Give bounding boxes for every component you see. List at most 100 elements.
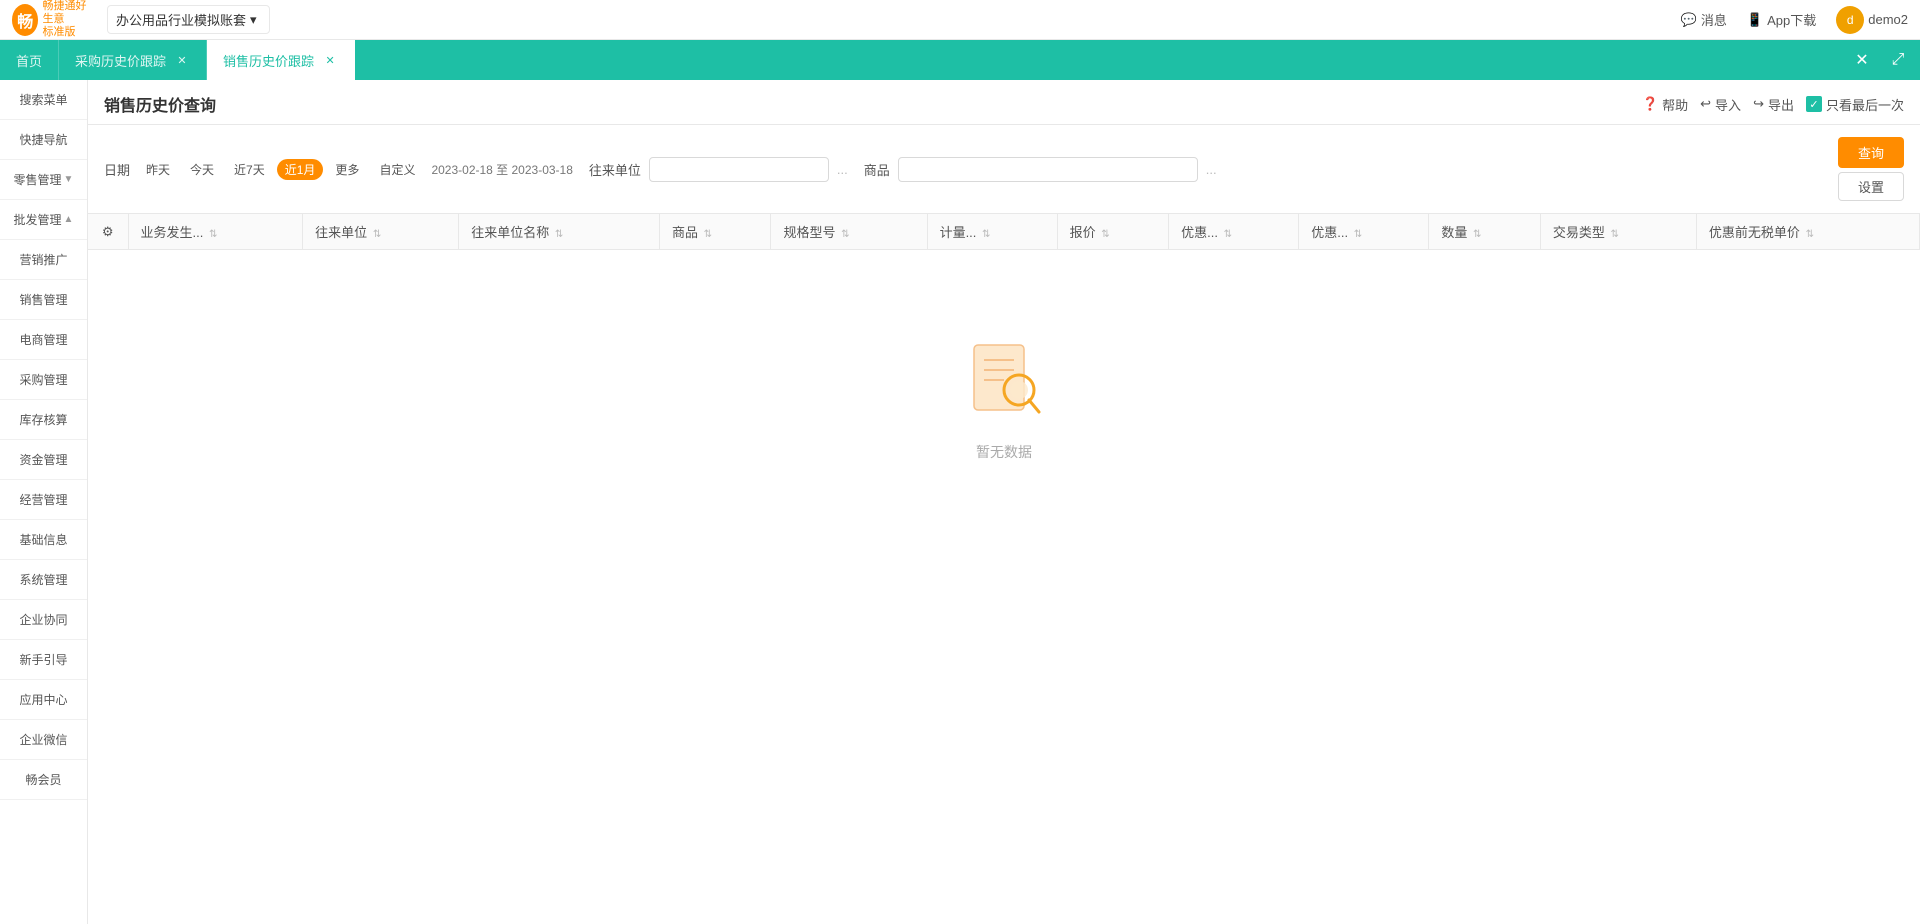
account-dropdown[interactable]: 办公用品行业模拟账套 ▾ — [107, 5, 270, 34]
sidebar-item-marketing[interactable]: 营销推广 — [0, 240, 87, 280]
settings-button[interactable]: 设置 — [1838, 172, 1904, 201]
sidebar-item-app-center[interactable]: 应用中心 — [0, 680, 87, 720]
goods-label: 商品 — [864, 160, 890, 179]
export-btn[interactable]: ↪ 导出 — [1753, 95, 1794, 114]
sidebar-label-member: 畅会员 — [25, 771, 61, 788]
date-range-text: 2023-02-18 至 2023-03-18 — [431, 161, 572, 178]
app-download-icon: 📱 — [1747, 12, 1763, 28]
sort-discount2-icon: ⇅ — [1354, 229, 1362, 240]
sort-trade-type-icon: ⇅ — [1610, 229, 1618, 240]
sidebar-label-wholesale-mgmt: 批发管理 — [14, 211, 62, 228]
date-option-today[interactable]: 今天 — [182, 159, 222, 180]
col-trade-type[interactable]: 交易类型 ⇅ — [1540, 214, 1696, 250]
sidebar-label-marketing: 营销推广 — [19, 251, 67, 268]
top-bar-right: 💬 消息 📱 App下载 d demo2 — [1681, 6, 1908, 34]
help-btn[interactable]: ❓ 帮助 — [1642, 95, 1688, 114]
col-biz-date[interactable]: 业务发生... ⇅ — [128, 214, 303, 250]
wholesale-mgmt-arrow-icon: ▲ — [64, 214, 74, 225]
sidebar-item-enterprise-wechat[interactable]: 企业微信 — [0, 720, 87, 760]
col-settings[interactable]: ⚙ — [88, 214, 128, 250]
import-btn[interactable]: ↩ 导入 — [1700, 95, 1741, 114]
top-bar: 畅 畅捷通好生意 标准版 办公用品行业模拟账套 ▾ 💬 消息 📱 App下载 d… — [0, 0, 1920, 40]
table-container: ⚙ 业务发生... ⇅ 往来单位 ⇅ 往来单位名称 ⇅ — [88, 214, 1920, 924]
col-pre-discount-price[interactable]: 优惠前无税单价 ⇅ — [1696, 214, 1919, 250]
tab-home[interactable]: 首页 — [0, 40, 59, 80]
sidebar-item-operations[interactable]: 经营管理 — [0, 480, 87, 520]
sidebar-item-enterprise-collab[interactable]: 企业协同 — [0, 600, 87, 640]
sidebar-label-operations: 经营管理 — [19, 491, 67, 508]
sidebar-label-enterprise-wechat: 企业微信 — [19, 731, 67, 748]
sidebar-item-finance[interactable]: 资金管理 — [0, 440, 87, 480]
sort-pre-discount-price-icon: ⇅ — [1806, 229, 1814, 240]
col-discount1[interactable]: 优惠... ⇅ — [1169, 214, 1299, 250]
page-header-actions: ❓ 帮助 ↩ 导入 ↪ 导出 ✓ 只看最后一次 — [1642, 95, 1904, 114]
sidebar-label-purchase-mgmt: 采购管理 — [19, 371, 67, 388]
filter-area: 日期 昨天 今天 近7天 近1月 更多 自定义 2023-02-18 至 202… — [88, 125, 1920, 214]
date-filter-label: 日期 — [104, 160, 130, 179]
sidebar-item-quick-nav[interactable]: 快捷导航 — [0, 120, 87, 160]
sidebar-label-basic-info: 基础信息 — [19, 531, 67, 548]
import-icon: ↩ — [1700, 96, 1711, 112]
sidebar-label-retail-mgmt: 零售管理 — [14, 171, 62, 188]
sidebar-label-new-guide: 新手引导 — [19, 651, 67, 668]
col-spec[interactable]: 规格型号 ⇅ — [771, 214, 927, 250]
retail-mgmt-arrow-icon: ▼ — [64, 174, 74, 185]
sidebar-item-new-guide[interactable]: 新手引导 — [0, 640, 87, 680]
sort-goods-icon: ⇅ — [704, 229, 712, 240]
goods-dots[interactable]: ... — [1206, 162, 1217, 177]
sidebar-item-inventory[interactable]: 库存核算 — [0, 400, 87, 440]
query-button[interactable]: 查询 — [1838, 137, 1904, 168]
col-counterparty[interactable]: 往来单位 ⇅ — [303, 214, 459, 250]
user-avatar-btn[interactable]: d demo2 — [1836, 6, 1908, 34]
content-area: 销售历史价查询 ❓ 帮助 ↩ 导入 ↪ 导出 ✓ — [88, 80, 1920, 924]
counterparty-label: 往来单位 — [589, 160, 641, 179]
main-layout: 搜索菜单 快捷导航 零售管理 ▼ 批发管理 ▲ 营销推广 销售管理 电商管理 采… — [0, 80, 1920, 924]
counterparty-filter-group: 往来单位 ... — [589, 157, 848, 182]
goods-filter-group: 商品 ... — [864, 157, 1217, 182]
sidebar-label-finance: 资金管理 — [19, 451, 67, 468]
date-option-custom[interactable]: 自定义 — [371, 159, 423, 180]
message-icon: 💬 — [1681, 12, 1697, 28]
sort-spec-icon: ⇅ — [841, 229, 849, 240]
col-quantity[interactable]: 数量 ⇅ — [1429, 214, 1541, 250]
sidebar-label-ecommerce: 电商管理 — [19, 331, 67, 348]
sidebar-item-ecommerce[interactable]: 电商管理 — [0, 320, 87, 360]
sidebar-item-basic-info[interactable]: 基础信息 — [0, 520, 87, 560]
message-btn[interactable]: 💬 消息 — [1681, 10, 1727, 29]
sidebar-item-purchase-mgmt[interactable]: 采购管理 — [0, 360, 87, 400]
export-icon: ↪ — [1753, 96, 1764, 112]
sidebar-item-member[interactable]: 畅会员 — [0, 760, 87, 800]
col-unit[interactable]: 计量... ⇅ — [927, 214, 1057, 250]
only-last-checkbox[interactable]: ✓ 只看最后一次 — [1806, 95, 1904, 114]
sidebar-item-search-menu[interactable]: 搜索菜单 — [0, 80, 87, 120]
counterparty-dots[interactable]: ... — [837, 162, 848, 177]
date-option-yesterday[interactable]: 昨天 — [138, 159, 178, 180]
close-sales-tab-btn[interactable]: ✕ — [322, 52, 338, 68]
tab-bar-actions: ✕ ⤢ — [1848, 46, 1920, 74]
goods-input[interactable] — [898, 157, 1198, 182]
tab-purchase-history[interactable]: 采购历史价跟踪 ✕ — [59, 40, 207, 80]
sidebar-item-system[interactable]: 系统管理 — [0, 560, 87, 600]
date-option-more[interactable]: 更多 — [327, 159, 367, 180]
col-quote[interactable]: 报价 ⇅ — [1057, 214, 1169, 250]
sidebar-label-search-menu: 搜索菜单 — [19, 91, 67, 108]
tab-sales-history[interactable]: 销售历史价跟踪 ✕ — [207, 40, 355, 80]
sidebar-item-sales-mgmt[interactable]: 销售管理 — [0, 280, 87, 320]
logo-text: 畅捷通好生意 标准版 — [42, 0, 97, 39]
sidebar-item-wholesale-mgmt[interactable]: 批发管理 ▲ — [0, 200, 87, 240]
col-goods[interactable]: 商品 ⇅ — [659, 214, 771, 250]
col-counterparty-name[interactable]: 往来单位名称 ⇅ — [459, 214, 660, 250]
close-purchase-tab-btn[interactable]: ✕ — [174, 52, 190, 68]
sidebar-item-retail-mgmt[interactable]: 零售管理 ▼ — [0, 160, 87, 200]
col-discount2[interactable]: 优惠... ⇅ — [1299, 214, 1429, 250]
page-header: 销售历史价查询 ❓ 帮助 ↩ 导入 ↪ 导出 ✓ — [88, 80, 1920, 125]
date-option-1month[interactable]: 近1月 — [277, 159, 324, 180]
date-option-7days[interactable]: 近7天 — [226, 159, 273, 180]
page-container: 销售历史价查询 ❓ 帮助 ↩ 导入 ↪ 导出 ✓ — [88, 80, 1920, 924]
close-all-tabs-btn[interactable]: ✕ — [1848, 46, 1876, 74]
help-icon: ❓ — [1642, 96, 1658, 112]
counterparty-input[interactable] — [649, 157, 829, 182]
empty-state: 暂无数据 — [88, 250, 1920, 542]
app-download-btn[interactable]: 📱 App下载 — [1747, 10, 1816, 29]
fullscreen-btn[interactable]: ⤢ — [1884, 46, 1912, 74]
